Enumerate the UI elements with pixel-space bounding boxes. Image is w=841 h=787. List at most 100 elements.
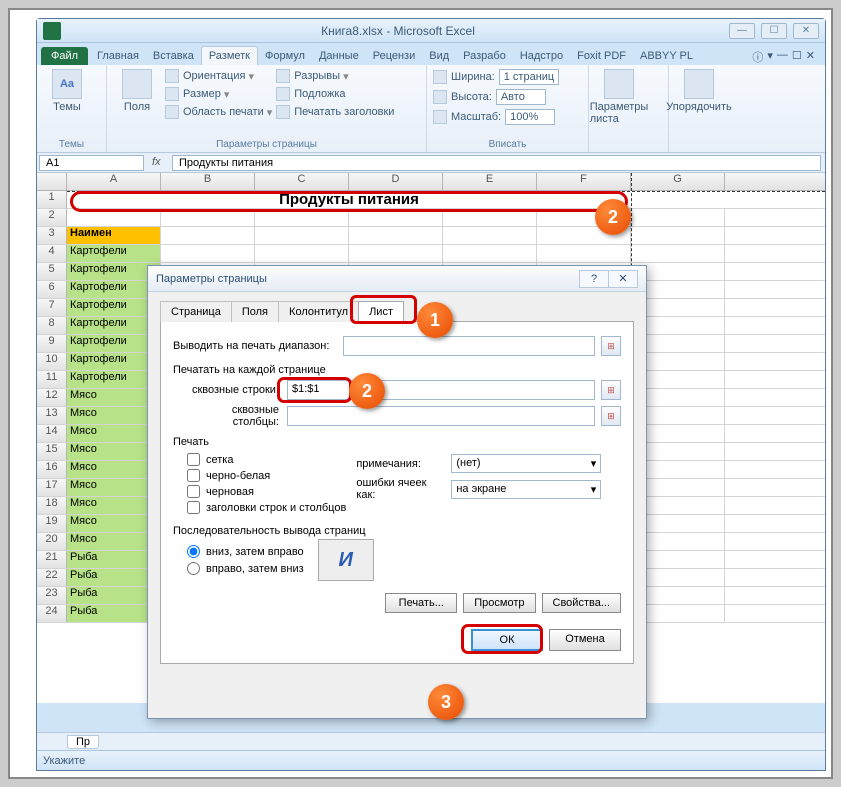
row-header[interactable]: 15	[37, 443, 67, 460]
cell[interactable]	[349, 245, 443, 262]
row-header[interactable]: 9	[37, 335, 67, 352]
cell[interactable]	[631, 209, 725, 226]
grid-checkbox[interactable]: сетка	[187, 453, 346, 466]
range-picker-icon[interactable]: ⊞	[601, 336, 621, 356]
file-tab[interactable]: Файл	[41, 47, 88, 65]
row-header[interactable]: 19	[37, 515, 67, 532]
fit-scale-combo[interactable]: 100%	[505, 109, 555, 125]
row-header[interactable]: 13	[37, 407, 67, 424]
cell[interactable]	[537, 227, 631, 244]
dialog-tab-headerfooter[interactable]: Колонтитул	[278, 301, 359, 322]
help-icon[interactable]: ⓘ	[752, 49, 763, 65]
cell[interactable]	[443, 227, 537, 244]
notes-select[interactable]: (нет)▾	[451, 454, 601, 473]
cell[interactable]	[537, 245, 631, 262]
ribbon-tab[interactable]: Вид	[422, 47, 456, 65]
range-picker-icon[interactable]: ⊞	[601, 380, 621, 400]
print-area-button[interactable]: Область печати▾	[165, 103, 272, 121]
size-button[interactable]: Размер▾	[165, 85, 272, 103]
preview-button[interactable]: Просмотр	[463, 593, 535, 613]
col-header[interactable]: D	[349, 173, 443, 190]
print-range-input[interactable]	[343, 336, 595, 356]
arrange-button[interactable]: Упорядочить	[675, 67, 723, 115]
cell[interactable]	[443, 209, 537, 226]
ribbon-tab[interactable]: Разрабо	[456, 47, 513, 65]
ribbon-tab[interactable]: Формул	[258, 47, 312, 65]
background-button[interactable]: Подложка	[276, 85, 394, 103]
cell[interactable]	[631, 245, 725, 262]
row-header[interactable]: 17	[37, 479, 67, 496]
fit-height-combo[interactable]: Авто	[496, 89, 546, 105]
col-header[interactable]: B	[161, 173, 255, 190]
minimize-button[interactable]: —	[729, 23, 755, 39]
row-header[interactable]: 8	[37, 317, 67, 334]
ribbon-tab[interactable]: Вставка	[146, 47, 201, 65]
col-header[interactable]: G	[631, 173, 725, 190]
row-header[interactable]: 4	[37, 245, 67, 262]
draft-checkbox[interactable]: черновая	[187, 485, 346, 498]
cell[interactable]	[255, 227, 349, 244]
range-picker-icon[interactable]: ⊞	[601, 406, 621, 426]
cell[interactable]	[255, 209, 349, 226]
cell[interactable]	[349, 227, 443, 244]
cell[interactable]	[161, 245, 255, 262]
row-header[interactable]: 6	[37, 281, 67, 298]
dialog-tab-sheet[interactable]: Лист	[358, 301, 404, 322]
fit-width-combo[interactable]: 1 страниц	[499, 69, 559, 85]
row-header[interactable]: 14	[37, 425, 67, 442]
close-button[interactable]: ✕	[793, 23, 819, 39]
row-header[interactable]: 21	[37, 551, 67, 568]
margins-button[interactable]: Поля	[113, 67, 161, 115]
col-header[interactable]: A	[67, 173, 161, 190]
row-header[interactable]: 12	[37, 389, 67, 406]
ribbon-tab[interactable]: Надстро	[513, 47, 570, 65]
ribbon-restore-icon[interactable]: ☐	[792, 49, 802, 65]
dialog-tab-margins[interactable]: Поля	[231, 301, 279, 322]
row-header[interactable]: 20	[37, 533, 67, 550]
orientation-button[interactable]: Ориентация▾	[165, 67, 272, 85]
name-box[interactable]: A1	[39, 155, 144, 171]
row-header[interactable]: 22	[37, 569, 67, 586]
col-header[interactable]: F	[537, 173, 631, 190]
row-header[interactable]: 23	[37, 587, 67, 604]
help-dropdown-icon[interactable]: ▾	[767, 49, 773, 65]
ribbon-minimize-icon[interactable]: —	[777, 49, 788, 65]
ribbon-tab-active[interactable]: Разметк	[201, 46, 258, 65]
row-header[interactable]: 24	[37, 605, 67, 622]
row-header[interactable]: 10	[37, 353, 67, 370]
row-header[interactable]: 1	[37, 191, 67, 208]
cell[interactable]: Картофели	[67, 245, 161, 262]
select-all-corner[interactable]	[37, 173, 67, 190]
errors-select[interactable]: на экране▾	[451, 480, 601, 499]
row-header[interactable]: 18	[37, 497, 67, 514]
rows-repeat-input[interactable]: $1:$1	[287, 380, 595, 400]
row-header[interactable]: 5	[37, 263, 67, 280]
bw-checkbox[interactable]: черно-белая	[187, 469, 346, 482]
row-header[interactable]: 2	[37, 209, 67, 226]
cell[interactable]	[631, 227, 725, 244]
ribbon-tab[interactable]: Главная	[90, 47, 146, 65]
ok-button[interactable]: ОК	[471, 629, 543, 651]
cell[interactable]	[255, 245, 349, 262]
themes-button[interactable]: AaТемы	[43, 67, 91, 115]
order-down-radio[interactable]: вниз, затем вправо	[187, 545, 304, 558]
dialog-help-button[interactable]: ?	[579, 270, 609, 288]
fx-icon[interactable]: fx	[152, 156, 166, 170]
properties-button[interactable]: Свойства...	[542, 593, 621, 613]
row-header[interactable]: 11	[37, 371, 67, 388]
formula-input[interactable]: Продукты питания	[172, 155, 821, 171]
cell[interactable]	[443, 245, 537, 262]
cell[interactable]	[537, 209, 631, 226]
sheet-options-button[interactable]: Параметры листа	[595, 67, 643, 127]
cancel-button[interactable]: Отмена	[549, 629, 621, 651]
ribbon-tab[interactable]: Данные	[312, 47, 366, 65]
cell[interactable]	[349, 209, 443, 226]
ribbon-tab[interactable]: Рецензи	[366, 47, 423, 65]
print-titles-button[interactable]: Печатать заголовки	[276, 103, 394, 121]
dialog-tab-page[interactable]: Страница	[160, 301, 232, 322]
col-header[interactable]: E	[443, 173, 537, 190]
cell[interactable]: Наимен	[67, 227, 161, 244]
ribbon-tab[interactable]: ABBYY PL	[633, 47, 700, 65]
headings-checkbox[interactable]: заголовки строк и столбцов	[187, 501, 346, 514]
cell[interactable]	[161, 209, 255, 226]
